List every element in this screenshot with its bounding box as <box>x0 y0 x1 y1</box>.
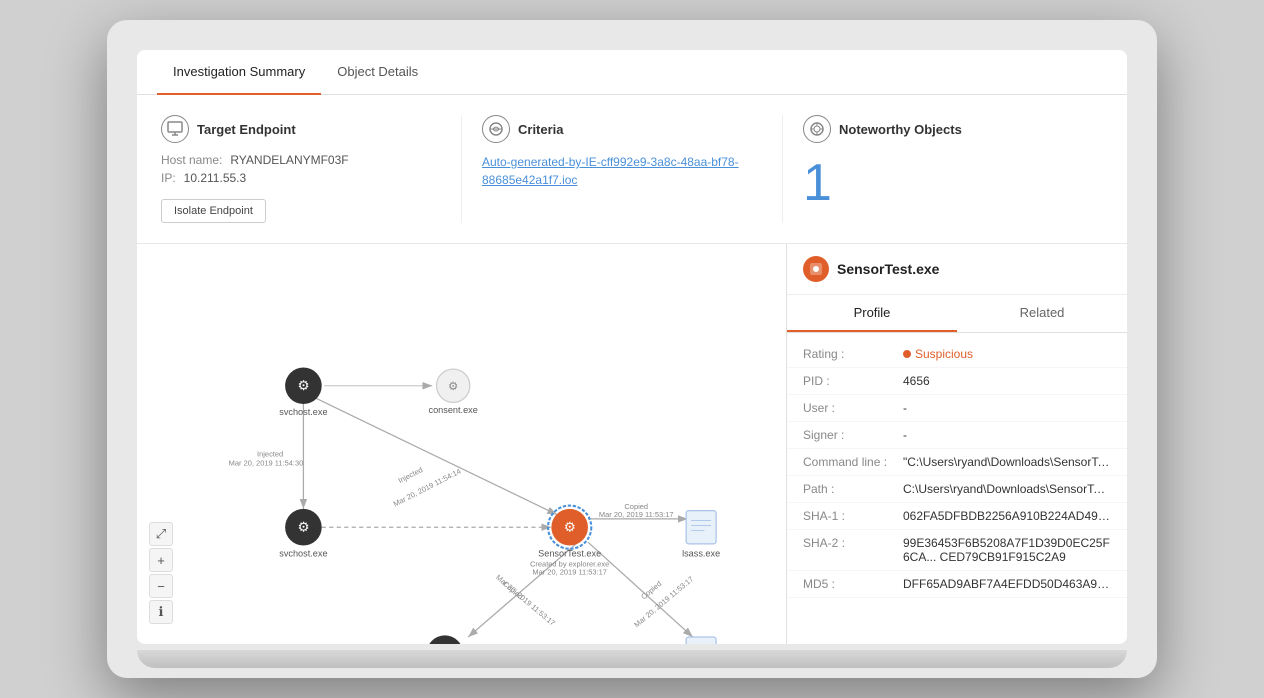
graph-controls: ⤢ + − ℹ <box>149 522 173 624</box>
target-endpoint-section: Target Endpoint Host name: RYANDELANYMF0… <box>161 115 462 223</box>
signer-row: Signer : - <box>787 422 1127 449</box>
summary-bar: Target Endpoint Host name: RYANDELANYMF0… <box>137 95 1127 244</box>
sha1-row: SHA-1 : 062FA5DFBDB2256A910B224AD49A840.… <box>787 503 1127 530</box>
noteworthy-section: Noteworthy Objects 1 <box>803 115 1103 223</box>
svg-text:svchost.exe: svchost.exe <box>279 407 327 417</box>
monitor-icon <box>161 115 189 143</box>
laptop-frame: Investigation Summary Object Details <box>107 20 1157 678</box>
path-row: Path : C:\Users\ryand\Downloads\SensorTe… <box>787 476 1127 503</box>
sha1-value: 062FA5DFBDB2256A910B224AD49A840... <box>903 509 1111 523</box>
svg-text:Mar 20, 2019 11:53:17: Mar 20, 2019 11:53:17 <box>632 574 695 629</box>
sha2-value: 99E36453F6B5208A7F1D39D0EC25F6CA... CED7… <box>903 536 1111 564</box>
laptop-base <box>137 650 1127 668</box>
user-value: - <box>903 401 1111 415</box>
sensor-icon <box>803 256 829 282</box>
process-graph: Injected Mar 20, 2019 11:54:14 Injected … <box>137 244 786 644</box>
noteworthy-icon <box>803 115 831 143</box>
noteworthy-title: Noteworthy Objects <box>839 122 962 137</box>
main-content: Injected Mar 20, 2019 11:54:14 Injected … <box>137 244 1127 644</box>
ip-row: IP: 10.211.55.3 <box>161 171 441 185</box>
svg-text:⚙: ⚙ <box>297 519 309 534</box>
path-value: C:\Users\ryand\Downloads\SensorTest\Se <box>903 482 1111 496</box>
tab-related[interactable]: Related <box>957 295 1127 332</box>
cmdline-row: Command line : "C:\Users\ryand\Downloads… <box>787 449 1127 476</box>
svg-text:Copied: Copied <box>639 579 663 601</box>
zoom-in-button[interactable]: + <box>149 548 173 572</box>
svg-text:lsass.exe: lsass.exe <box>682 548 720 558</box>
hostname-row: Host name: RYANDELANYMF03F <box>161 153 441 167</box>
md5-row: MD5 : DFF65AD9ABF7A4EFDD50D463A943005... <box>787 571 1127 598</box>
svg-text:svchost.exe: svchost.exe <box>279 548 327 558</box>
tab-object-details[interactable]: Object Details <box>321 50 434 95</box>
svg-text:⚙: ⚙ <box>297 378 309 393</box>
detail-panel: SensorTest.exe Profile Related Rating : … <box>787 244 1127 644</box>
screen: Investigation Summary Object Details <box>137 50 1127 644</box>
expand-button[interactable]: ⤢ <box>149 522 173 546</box>
detail-tab-bar: Profile Related <box>787 295 1127 333</box>
graph-area[interactable]: Injected Mar 20, 2019 11:54:14 Injected … <box>137 244 787 644</box>
isolate-endpoint-button[interactable]: Isolate Endpoint <box>161 199 266 223</box>
svg-text:Injected: Injected <box>257 449 283 458</box>
criteria-icon <box>482 115 510 143</box>
target-title: Target Endpoint <box>197 122 296 137</box>
noteworthy-count: 1 <box>803 153 1083 213</box>
criteria-header: Criteria <box>482 115 762 143</box>
sha2-row: SHA-2 : 99E36453F6B5208A7F1D39D0EC25F6CA… <box>787 530 1127 571</box>
md5-value: DFF65AD9ABF7A4EFDD50D463A943005... <box>903 577 1111 591</box>
svg-text:Injected: Injected <box>397 465 424 485</box>
svg-text:⚙: ⚙ <box>448 380 458 393</box>
user-row: User : - <box>787 395 1127 422</box>
tab-bar: Investigation Summary Object Details <box>137 50 1127 95</box>
criteria-section: Criteria Auto-generated-by-IE-cff992e9-3… <box>482 115 783 223</box>
tab-investigation-summary[interactable]: Investigation Summary <box>157 50 321 95</box>
rating-value: Suspicious <box>915 347 973 361</box>
cmdline-value: "C:\Users\ryand\Downloads\SensorTest\Se <box>903 455 1111 469</box>
criteria-title: Criteria <box>518 122 564 137</box>
signer-value: - <box>903 428 1111 442</box>
svg-text:SensorTest.exe: SensorTest.exe <box>538 548 601 558</box>
svg-text:Mar 20, 2019 11:54:14: Mar 20, 2019 11:54:14 <box>392 467 463 509</box>
suspicious-indicator <box>903 350 911 358</box>
noteworthy-header: Noteworthy Objects <box>803 115 1083 143</box>
pid-value: 4656 <box>903 374 1111 388</box>
rating-row: Rating : Suspicious <box>787 341 1127 368</box>
criteria-link[interactable]: Auto-generated-by-IE-cff992e9-3a8c-48aa-… <box>482 155 739 187</box>
svg-text:Mar 20, 2019 11:53:17: Mar 20, 2019 11:53:17 <box>494 573 557 628</box>
detail-rows: Rating : Suspicious PID : 4656 User : - <box>787 333 1127 644</box>
target-header: Target Endpoint <box>161 115 441 143</box>
svg-text:⚙: ⚙ <box>564 519 576 534</box>
detail-header: SensorTest.exe <box>787 244 1127 295</box>
svg-text:Mar 20, 2019 11:53:17: Mar 20, 2019 11:53:17 <box>532 568 607 577</box>
pid-row: PID : 4656 <box>787 368 1127 395</box>
info-button[interactable]: ℹ <box>149 600 173 624</box>
svg-text:Mar 20, 2019 11:54:30: Mar 20, 2019 11:54:30 <box>229 459 304 468</box>
svg-text:Mar 20, 2019 11:53:17: Mar 20, 2019 11:53:17 <box>599 510 674 519</box>
svg-text:consent.exe: consent.exe <box>429 405 478 415</box>
detail-title: SensorTest.exe <box>837 261 939 277</box>
zoom-out-button[interactable]: − <box>149 574 173 598</box>
tab-profile[interactable]: Profile <box>787 295 957 332</box>
